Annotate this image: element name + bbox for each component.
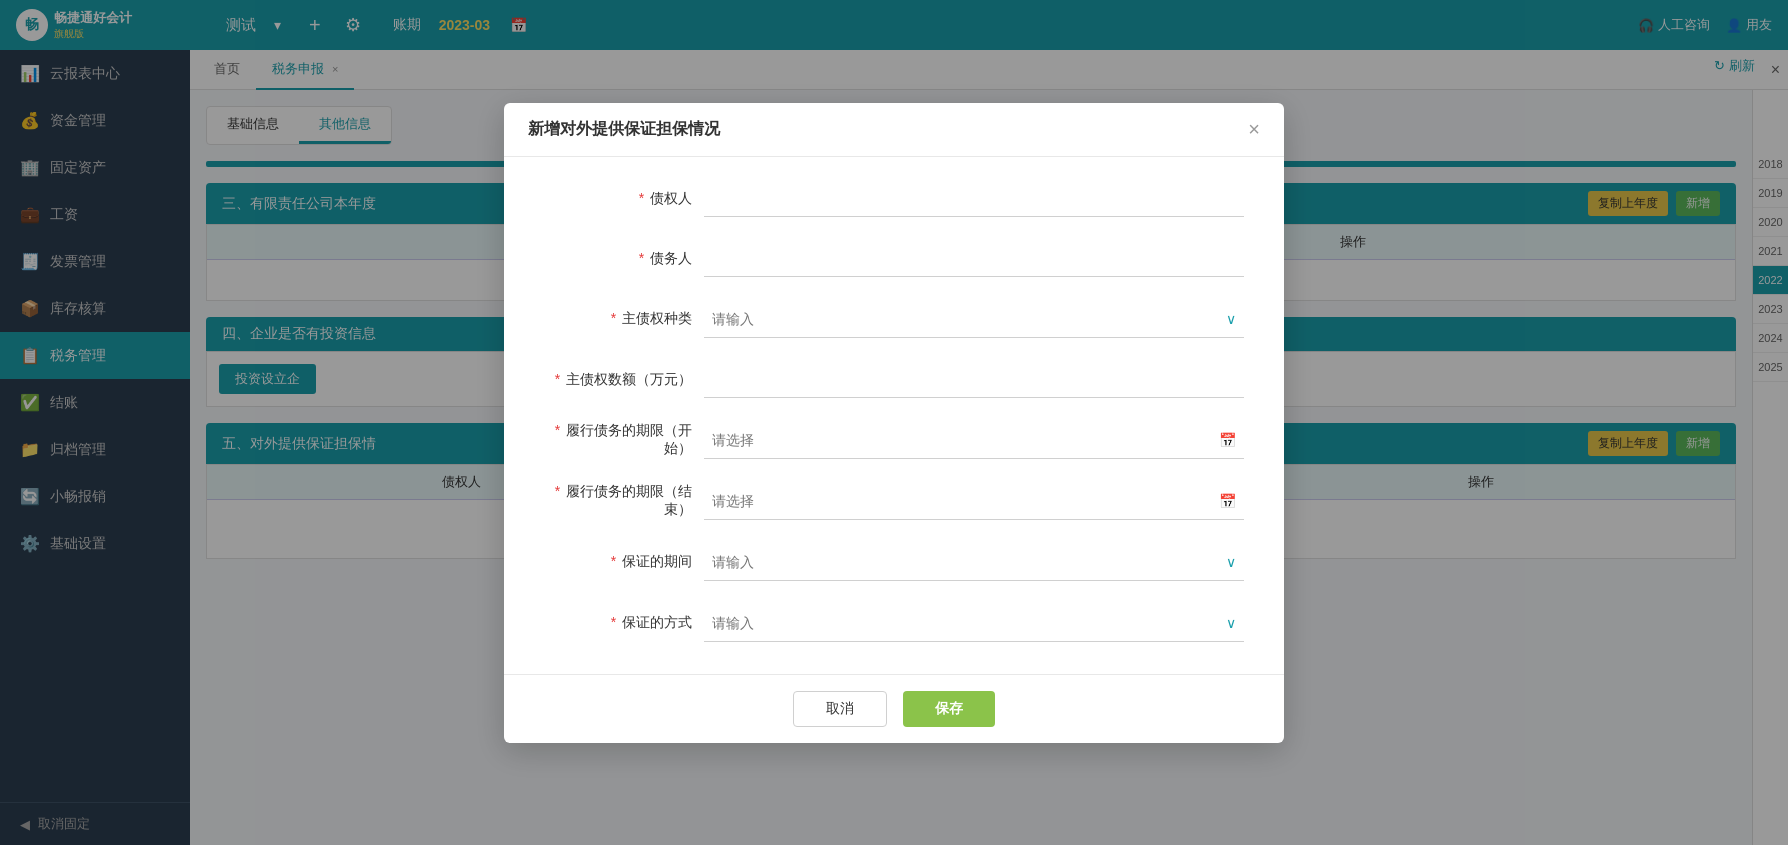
- form-row-claim-type: * 主债权种类 ∨: [544, 301, 1244, 338]
- input-debtor[interactable]: [704, 241, 1244, 277]
- form-row-period-end: * 履行债务的期限（结束） 📅: [544, 483, 1244, 520]
- cancel-button[interactable]: 取消: [793, 691, 887, 727]
- chevron-down-icon: ∨: [1226, 311, 1244, 327]
- form-row-claim-amount: * 主债权数额（万元）: [544, 362, 1244, 398]
- calendar-start-icon: 📅: [1219, 432, 1244, 448]
- label-claim-amount: * 主债权数额（万元）: [544, 371, 704, 389]
- label-creditor: * 债权人: [544, 190, 704, 208]
- save-button[interactable]: 保存: [903, 691, 995, 727]
- label-period-start: * 履行债务的期限（开始）: [544, 422, 704, 458]
- select-guarantee-period[interactable]: ∨: [704, 544, 1244, 581]
- input-claim-type[interactable]: [704, 301, 1226, 337]
- form-row-creditor: * 债权人: [544, 181, 1244, 217]
- input-creditor[interactable]: [704, 181, 1244, 217]
- date-period-end[interactable]: 📅: [704, 483, 1244, 520]
- modal-header: 新增对外提供保证担保情况 ×: [504, 103, 1284, 157]
- label-debtor: * 债务人: [544, 250, 704, 268]
- modal-footer: 取消 保存: [504, 674, 1284, 743]
- chevron-down-icon3: ∨: [1226, 615, 1244, 631]
- select-guarantee-method[interactable]: ∨: [704, 605, 1244, 642]
- modal-overlay: 新增对外提供保证担保情况 × * 债权人 * 债务人: [0, 0, 1788, 845]
- input-guarantee-period[interactable]: [704, 544, 1226, 580]
- modal-title: 新增对外提供保证担保情况: [528, 119, 720, 140]
- label-claim-type: * 主债权种类: [544, 310, 704, 328]
- date-period-start[interactable]: 📅: [704, 422, 1244, 459]
- input-guarantee-method[interactable]: [704, 605, 1226, 641]
- modal-dialog: 新增对外提供保证担保情况 × * 债权人 * 债务人: [504, 103, 1284, 743]
- label-guarantee-period: * 保证的期间: [544, 553, 704, 571]
- form-row-period-start: * 履行债务的期限（开始） 📅: [544, 422, 1244, 459]
- label-guarantee-method: * 保证的方式: [544, 614, 704, 632]
- label-period-end: * 履行债务的期限（结束）: [544, 483, 704, 519]
- calendar-end-icon: 📅: [1219, 493, 1244, 509]
- chevron-down-icon2: ∨: [1226, 554, 1244, 570]
- form-row-debtor: * 债务人: [544, 241, 1244, 277]
- input-claim-amount[interactable]: [704, 362, 1244, 398]
- input-period-end[interactable]: [704, 483, 1219, 519]
- form-row-guarantee-method: * 保证的方式 ∨: [544, 605, 1244, 642]
- modal-close-btn[interactable]: ×: [1248, 119, 1260, 139]
- input-period-start[interactable]: [704, 422, 1219, 458]
- modal-body: * 债权人 * 债务人 * 主债权种类: [504, 157, 1284, 674]
- form-row-guarantee-period: * 保证的期间 ∨: [544, 544, 1244, 581]
- select-claim-type[interactable]: ∨: [704, 301, 1244, 338]
